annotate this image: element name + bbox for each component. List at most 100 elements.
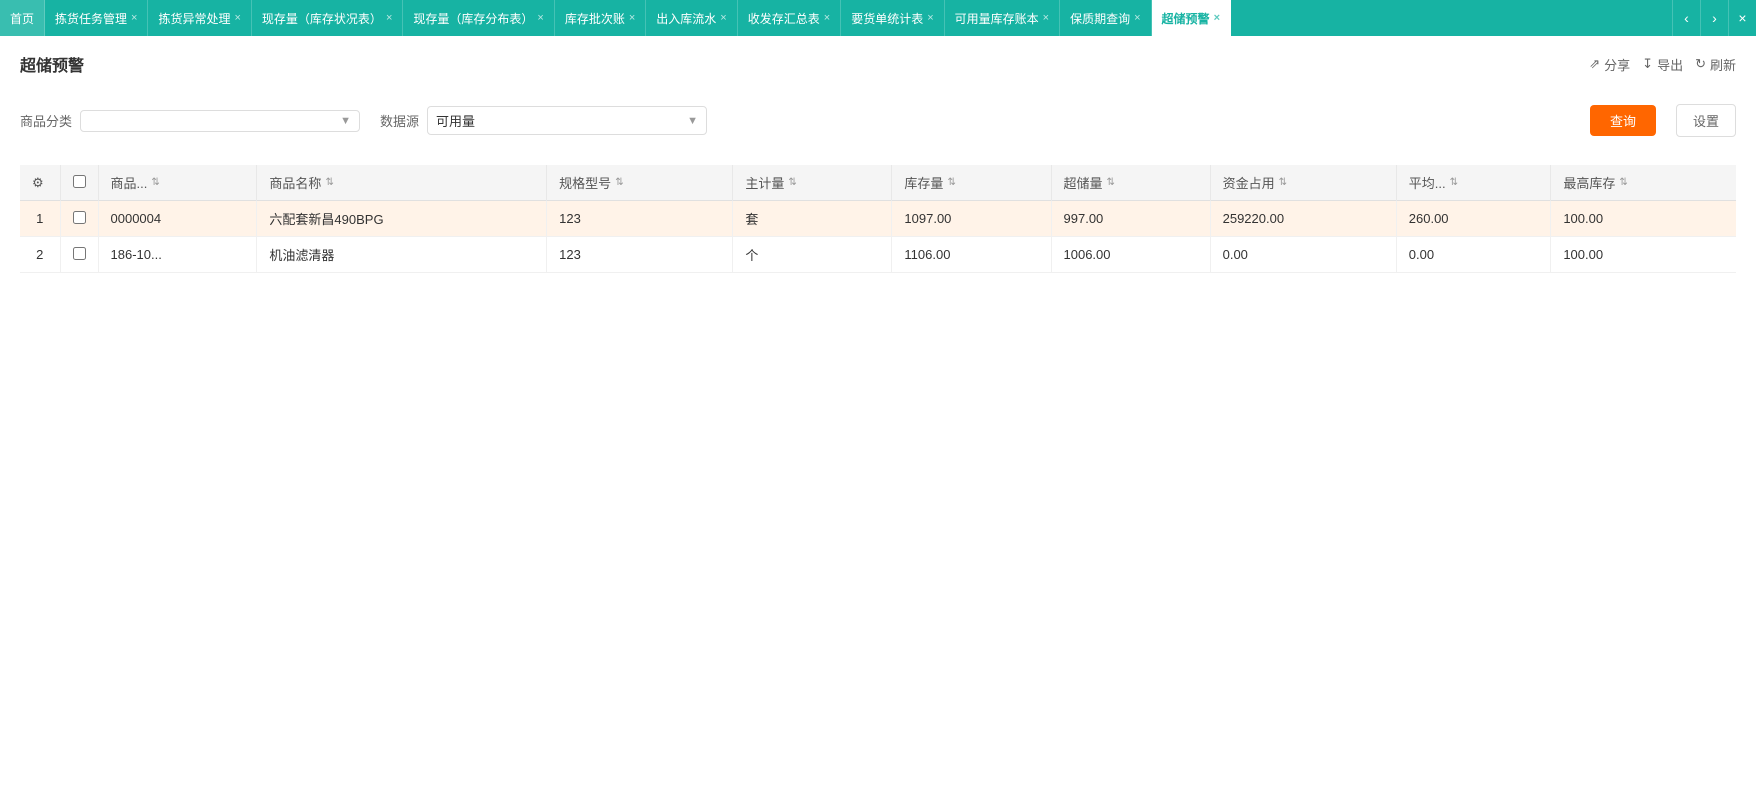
sort-icon-capital-used: ⇅ — [1279, 177, 1287, 188]
th-stock-qty[interactable]: 库存量 ⇅ — [892, 165, 1051, 201]
row-product-name-0: 六配套新昌490BPG — [257, 201, 547, 237]
nav-tab-avail-stock-close[interactable]: × — [1043, 12, 1049, 24]
row-num-1: 2 — [20, 237, 60, 273]
sort-icon-spec: ⇅ — [615, 177, 623, 188]
nav-arrow-right[interactable]: › — [1700, 0, 1728, 36]
row-product-name-1: 机油滤清器 — [257, 237, 547, 273]
export-button[interactable]: ↧ 导出 — [1642, 55, 1683, 74]
row-num-0: 1 — [20, 201, 60, 237]
datasource-filter-label: 数据源 — [380, 111, 419, 130]
row-max-stock-1: 100.00 — [1551, 237, 1736, 273]
nav-tab-collect[interactable]: 收发存汇总表 × — [738, 0, 841, 36]
row-overstock-qty-0: 997.00 — [1051, 201, 1210, 237]
th-product-code[interactable]: 商品... ⇅ — [98, 165, 257, 201]
share-icon: ⇗ — [1589, 56, 1600, 72]
th-checkbox[interactable] — [60, 165, 98, 201]
th-gear[interactable]: ⚙ — [20, 165, 60, 201]
nav-tab-expiry[interactable]: 保质期查询 × — [1060, 0, 1151, 36]
query-button[interactable]: 查询 — [1590, 105, 1656, 136]
top-nav: 首页 拣货任务管理 × 拣货异常处理 × 现存量（库存状况表） × 现存量（库存… — [0, 0, 1756, 36]
nav-tab-stock-dist[interactable]: 现存量（库存分布表） × — [403, 0, 554, 36]
sort-icon-stock-qty: ⇅ — [947, 177, 955, 188]
nav-tab-stock-status[interactable]: 现存量（库存状况表） × — [252, 0, 403, 36]
nav-tab-expiry-close[interactable]: × — [1134, 12, 1140, 24]
row-spec-0: 123 — [547, 201, 733, 237]
datasource-filter-value: 可用量 — [436, 111, 475, 130]
th-overstock-qty-label: 超储量 — [1064, 173, 1103, 192]
nav-tab-task-mgmt-label: 拣货任务管理 — [55, 10, 127, 27]
th-product-name-label: 商品名称 — [269, 173, 321, 192]
row-checkbox-1[interactable] — [60, 237, 98, 273]
nav-tab-batch-label: 库存批次账 — [565, 10, 625, 27]
th-unit[interactable]: 主计量 ⇅ — [733, 165, 892, 201]
nav-tab-abnormal-close[interactable]: × — [234, 12, 240, 24]
nav-tab-overstock[interactable]: 超储预警 × — [1152, 0, 1231, 36]
sort-icon-avg: ⇅ — [1450, 177, 1458, 188]
table-row: 2 186-10... 机油滤清器 123 个 1106.00 1006.00 … — [20, 237, 1736, 273]
select-all-checkbox[interactable] — [73, 175, 86, 188]
sort-icon-product-name: ⇅ — [325, 177, 333, 188]
table-row: 1 0000004 六配套新昌490BPG 123 套 1097.00 997.… — [20, 201, 1736, 237]
nav-tab-avail-stock-label: 可用量库存账本 — [955, 10, 1039, 27]
nav-tab-order-stat-label: 要货单统计表 — [851, 10, 923, 27]
gear-icon: ⚙ — [32, 175, 44, 190]
nav-arrow-left[interactable]: ‹ — [1672, 0, 1700, 36]
sort-icon-product-code: ⇅ — [151, 177, 159, 188]
data-table: ⚙ 商品... ⇅ 商品名称 ⇅ — [20, 165, 1736, 273]
th-product-name[interactable]: 商品名称 ⇅ — [257, 165, 547, 201]
nav-tab-avail-stock[interactable]: 可用量库存账本 × — [945, 0, 1060, 36]
row-max-stock-0: 100.00 — [1551, 201, 1736, 237]
row-spec-1: 123 — [547, 237, 733, 273]
th-max-stock[interactable]: 最高库存 ⇅ — [1551, 165, 1736, 201]
nav-tab-overstock-label: 超储预警 — [1162, 10, 1210, 27]
datasource-filter-item: 数据源 可用量 ▼ — [380, 106, 707, 135]
category-filter-select[interactable]: ▼ — [80, 110, 360, 132]
nav-tab-collect-close[interactable]: × — [824, 12, 830, 24]
nav-tab-home[interactable]: 首页 — [0, 0, 45, 36]
page-content: 超储预警 ⇗ 分享 ↧ 导出 ↻ 刷新 商品分类 ▼ — [0, 36, 1756, 289]
share-label: 分享 — [1604, 55, 1630, 74]
nav-arrow-close[interactable]: × — [1728, 0, 1756, 36]
header-actions: ⇗ 分享 ↧ 导出 ↻ 刷新 — [1589, 55, 1736, 74]
nav-tab-inout-flow-label: 出入库流水 — [656, 10, 716, 27]
row-stock-qty-1: 1106.00 — [892, 237, 1051, 273]
th-avg[interactable]: 平均... ⇅ — [1396, 165, 1551, 201]
nav-tab-task-mgmt[interactable]: 拣货任务管理 × — [45, 0, 148, 36]
nav-tab-stock-status-close[interactable]: × — [386, 12, 392, 24]
nav-tab-inout-flow[interactable]: 出入库流水 × — [646, 0, 737, 36]
nav-tab-stock-status-label: 现存量（库存状况表） — [262, 10, 382, 27]
nav-tab-order-stat[interactable]: 要货单统计表 × — [841, 0, 944, 36]
page-title: 超储预警 — [20, 52, 84, 76]
sort-icon-max-stock: ⇅ — [1619, 177, 1627, 188]
nav-tab-batch[interactable]: 库存批次账 × — [555, 0, 646, 36]
row-avg-1: 0.00 — [1396, 237, 1551, 273]
row-product-code-0: 0000004 — [98, 201, 257, 237]
nav-tab-collect-label: 收发存汇总表 — [748, 10, 820, 27]
nav-tab-stock-dist-close[interactable]: × — [537, 12, 543, 24]
datasource-filter-chevron-icon: ▼ — [687, 115, 698, 127]
category-filter-label: 商品分类 — [20, 111, 72, 130]
th-capital-used[interactable]: 资金占用 ⇅ — [1210, 165, 1396, 201]
row-checkbox-0[interactable] — [60, 201, 98, 237]
th-spec[interactable]: 规格型号 ⇅ — [547, 165, 733, 201]
nav-tab-overstock-close[interactable]: × — [1214, 12, 1220, 24]
nav-tab-inout-flow-close[interactable]: × — [720, 12, 726, 24]
datasource-filter-select[interactable]: 可用量 ▼ — [427, 106, 707, 135]
nav-tab-abnormal[interactable]: 拣货异常处理 × — [148, 0, 251, 36]
row-capital-used-1: 0.00 — [1210, 237, 1396, 273]
th-stock-qty-label: 库存量 — [904, 173, 943, 192]
refresh-button[interactable]: ↻ 刷新 — [1695, 55, 1736, 74]
nav-tab-batch-close[interactable]: × — [629, 12, 635, 24]
th-spec-label: 规格型号 — [559, 173, 611, 192]
row-unit-1: 个 — [733, 237, 892, 273]
nav-tab-task-mgmt-close[interactable]: × — [131, 12, 137, 24]
sort-icon-unit: ⇅ — [788, 177, 796, 188]
nav-arrows: ‹ › × — [1672, 0, 1756, 36]
share-button[interactable]: ⇗ 分享 — [1589, 55, 1630, 74]
export-icon: ↧ — [1642, 56, 1653, 72]
th-overstock-qty[interactable]: 超储量 ⇅ — [1051, 165, 1210, 201]
settings-button[interactable]: 设置 — [1676, 104, 1736, 137]
th-unit-label: 主计量 — [745, 173, 784, 192]
nav-tab-order-stat-close[interactable]: × — [927, 12, 933, 24]
th-max-stock-label: 最高库存 — [1563, 173, 1615, 192]
